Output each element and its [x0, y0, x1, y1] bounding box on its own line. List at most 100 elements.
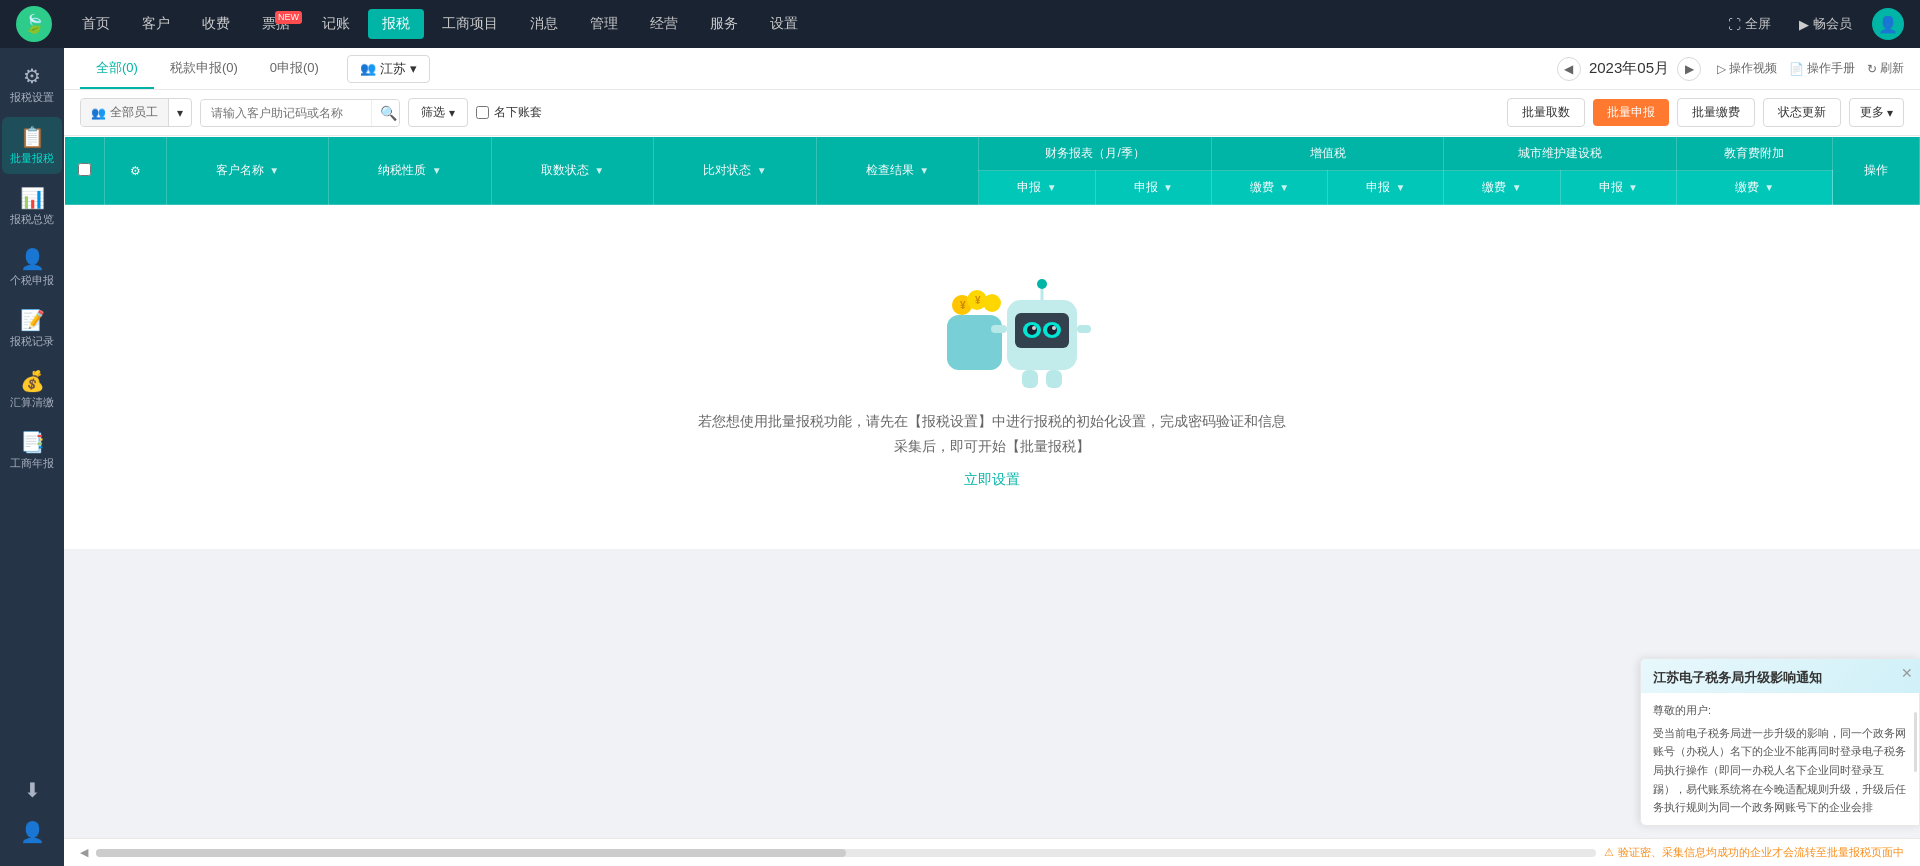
sort-icon-11: ▼ — [1628, 182, 1638, 193]
batch-report-button[interactable]: 批量申报 — [1593, 99, 1669, 126]
svg-point-5 — [983, 294, 1001, 312]
region-icon: 👥 — [360, 61, 376, 76]
nav-items: 首页 客户 收费 票据 NEW 记账 报税 工商项目 消息 管理 经营 服务 设… — [68, 9, 1720, 39]
select-all-checkbox[interactable] — [78, 163, 91, 176]
sort-icon-4: ▼ — [757, 165, 767, 176]
svg-point-14 — [1047, 325, 1057, 335]
nav-item-invoice[interactable]: 票据 NEW — [248, 9, 304, 39]
svg-rect-21 — [1022, 370, 1038, 388]
nav-item-settings[interactable]: 设置 — [756, 9, 812, 39]
more-chevron-icon: ▾ — [1887, 106, 1893, 120]
employee-icon: 👥 — [91, 106, 106, 120]
refresh-icon: ↻ — [1867, 62, 1877, 76]
region-selector[interactable]: 👥 江苏 ▾ — [347, 55, 430, 83]
nav-item-billing[interactable]: 收费 — [188, 9, 244, 39]
nav-item-operation[interactable]: 经营 — [636, 9, 692, 39]
month-navigation: ◀ 2023年05月 ▶ — [1557, 57, 1701, 81]
notification-header: 江苏电子税务局升级影响通知 ✕ — [1641, 659, 1919, 693]
sort-icon-10: ▼ — [1512, 182, 1522, 193]
svg-text:¥: ¥ — [975, 295, 981, 306]
prev-month-button[interactable]: ◀ — [1557, 57, 1581, 81]
tab-tax-report[interactable]: 税款申报(0) — [154, 49, 254, 89]
toolbar-right: 批量取数 批量申报 批量缴费 状态更新 更多 ▾ — [1507, 98, 1904, 127]
batch-fetch-button[interactable]: 批量取数 — [1507, 98, 1585, 127]
empty-state: ¥ ¥ — [65, 205, 1920, 549]
sidebar-item-tax-overview[interactable]: 📊 报税总览 — [2, 178, 62, 235]
table-subheader-city-pay: 缴费 ▼ — [1444, 171, 1560, 205]
manual-icon: 📄 — [1789, 62, 1804, 76]
search-box: 🔍 — [200, 99, 400, 127]
notification-close-button[interactable]: ✕ — [1901, 665, 1913, 681]
action-refresh[interactable]: ↻ 刷新 — [1867, 60, 1904, 77]
nav-item-accounting[interactable]: 记账 — [308, 9, 364, 39]
table-header-financial-report: 财务报表（月/季） — [979, 137, 1211, 171]
sidebar-item-download[interactable]: ⬇ — [2, 770, 62, 812]
toolbar: 👥 全部员工 ▾ 🔍 筛选 ▾ 名下账套 批量取数 批量申报 批量缴费 状态更新 — [64, 90, 1920, 136]
user-avatar[interactable]: 👤 — [1872, 8, 1904, 40]
employee-dropdown[interactable]: ▾ — [169, 101, 191, 125]
download-icon: ⬇ — [24, 778, 41, 802]
sidebar-item-settlement[interactable]: 💰 汇算清缴 — [2, 361, 62, 418]
batch-tax-icon: 📋 — [20, 125, 45, 149]
employee-label[interactable]: 👥 全部员工 — [81, 99, 169, 126]
action-manual[interactable]: 📄 操作手册 — [1789, 60, 1855, 77]
sort-icon-12: ▼ — [1764, 182, 1774, 193]
user-icon: 👤 — [20, 820, 45, 844]
sort-icon-6: ▼ — [1047, 182, 1057, 193]
sidebar-item-batch-tax[interactable]: 📋 批量报税 — [2, 117, 62, 174]
empty-message: 若您想使用批量报税功能，请先在【报税设置】中进行报税的初始化设置，完成密码验证和… — [692, 409, 1292, 459]
employee-selector[interactable]: 👥 全部员工 ▾ — [80, 98, 192, 127]
next-month-button[interactable]: ▶ — [1677, 57, 1701, 81]
table-header-fetch-status: 取数状态 ▼ — [491, 137, 654, 205]
warn-icon: ⚠ — [1604, 846, 1614, 859]
svg-text:¥: ¥ — [960, 300, 966, 311]
svg-point-18 — [1037, 279, 1047, 289]
nav-item-service[interactable]: 服务 — [696, 9, 752, 39]
sidebar-item-personal-tax[interactable]: 👤 个税申报 — [2, 239, 62, 296]
batch-pay-button[interactable]: 批量缴费 — [1677, 98, 1755, 127]
search-input[interactable] — [201, 101, 371, 125]
svg-rect-22 — [1046, 370, 1062, 388]
setup-link[interactable]: 立即设置 — [964, 471, 1020, 489]
table-header-city-tax: 城市维护建设税 — [1444, 137, 1676, 171]
annual-report-icon: 📑 — [20, 430, 45, 454]
tabs-bar: 全部(0) 税款申报(0) 0申报(0) 👥 江苏 ▾ ◀ 2023年05月 ▶… — [64, 48, 1920, 90]
bottom-bar: ◀ ⚠ 验证密、采集信息均成功的企业才会流转至批量报税页面中 — [64, 838, 1920, 866]
filter-button[interactable]: 筛选 ▾ — [408, 98, 468, 127]
member-button[interactable]: ▶ 畅会员 — [1791, 11, 1860, 37]
svg-point-16 — [1052, 326, 1056, 330]
search-button[interactable]: 🔍 — [371, 100, 400, 126]
table-header-compare-status: 比对状态 ▼ — [654, 137, 817, 205]
tab-zero-report[interactable]: 0申报(0) — [254, 49, 335, 89]
nav-item-manage[interactable]: 管理 — [576, 9, 632, 39]
checkbox-accounts[interactable] — [476, 106, 489, 119]
action-video[interactable]: ▷ 操作视频 — [1717, 60, 1777, 77]
sidebar-item-user[interactable]: 👤 — [2, 812, 62, 854]
notification-scrollbar[interactable] — [1914, 712, 1917, 772]
nav-item-business[interactable]: 工商项目 — [428, 9, 512, 39]
checkbox-label[interactable]: 名下账套 — [476, 104, 542, 121]
table-subheader-edu-pay: 缴费 ▼ — [1676, 171, 1832, 205]
nav-item-home[interactable]: 首页 — [68, 9, 124, 39]
sidebar-item-annual-report[interactable]: 📑 工商年报 — [2, 422, 62, 479]
tax-records-icon: 📝 — [20, 308, 45, 332]
nav-item-customer[interactable]: 客户 — [128, 9, 184, 39]
table-subheader-fin-report: 申报 ▼ — [979, 171, 1095, 205]
chevron-down-icon: ▾ — [410, 61, 417, 76]
status-update-button[interactable]: 状态更新 — [1763, 98, 1841, 127]
nav-item-tax[interactable]: 报税 — [368, 9, 424, 39]
table-header-gear[interactable]: ⚙ — [105, 137, 167, 205]
table-header-operation: 操作 — [1833, 137, 1920, 205]
nav-item-message[interactable]: 消息 — [516, 9, 572, 39]
fullscreen-button[interactable]: ⛶ 全屏 — [1720, 11, 1779, 37]
settlement-icon: 💰 — [20, 369, 45, 393]
sort-icon: ▼ — [269, 165, 279, 176]
tab-all[interactable]: 全部(0) — [80, 49, 154, 89]
scroll-track — [96, 849, 1596, 857]
sidebar-item-tax-records[interactable]: 📝 报税记录 — [2, 300, 62, 357]
table-subheader-vat-report: 申报 ▼ — [1095, 171, 1211, 205]
sidebar-item-tax-settings[interactable]: ⚙ 报税设置 — [2, 56, 62, 113]
left-scroll-arrow[interactable]: ◀ — [80, 846, 88, 859]
notification-title: 江苏电子税务局升级影响通知 — [1653, 669, 1907, 687]
more-button[interactable]: 更多 ▾ — [1849, 98, 1904, 127]
